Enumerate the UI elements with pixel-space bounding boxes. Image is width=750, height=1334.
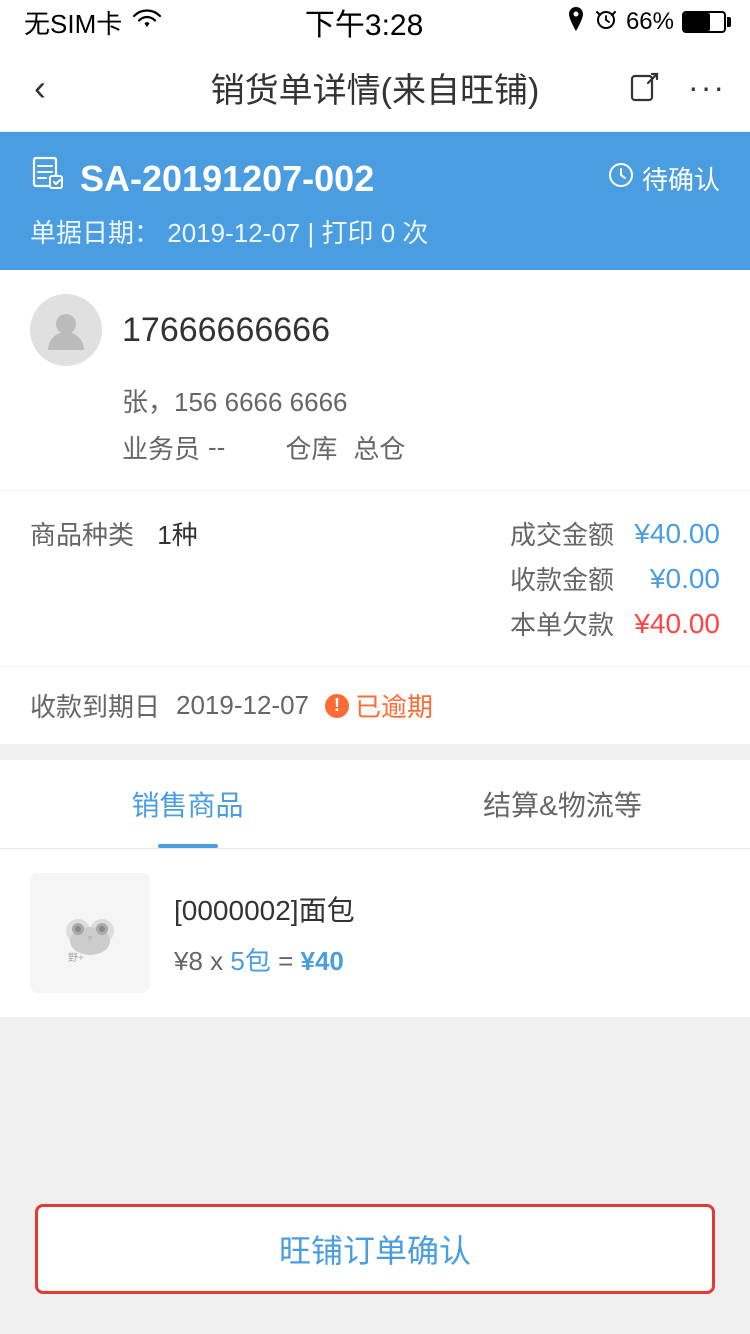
carrier-text: 无SIM卡 <box>24 4 122 41</box>
order-id-text: SA-20191207-002 <box>80 158 374 200</box>
tabs: 销售商品 结算&物流等 <box>0 760 750 849</box>
order-id: SA-20191207-002 <box>30 156 374 201</box>
owed-amount-value: ¥40.00 <box>630 608 720 640</box>
confirm-order-button[interactable]: 旺铺订单确认 <box>35 1204 715 1294</box>
battery-text: 66% <box>626 8 674 36</box>
order-date-separator: | <box>307 218 321 248</box>
tab-underline <box>158 844 218 848</box>
tabs-section: 销售商品 结算&物流等 野+ [0000002]面包 <box>0 760 750 1017</box>
status-time: 下午3:28 <box>305 0 423 44</box>
wifi-icon <box>132 7 162 38</box>
tab-products[interactable]: 销售商品 <box>0 760 375 848</box>
product-type-row: 商品种类 1种 <box>30 515 198 552</box>
order-print-count-value: 0 <box>381 218 395 248</box>
battery-icon <box>682 11 726 33</box>
bread-thumb: 野+ <box>30 873 150 993</box>
nav-actions: ··· <box>628 66 726 110</box>
status-left: 无SIM卡 <box>24 4 162 41</box>
warehouse-label: 仓库 <box>285 429 337 466</box>
product-name: [0000002]面包 <box>174 889 720 929</box>
battery-fill <box>684 13 710 31</box>
received-amount-row: 收款金额 ¥0.00 <box>510 560 720 597</box>
product-info: [0000002]面包 ¥8 x 5包 = ¥40 <box>174 889 720 978</box>
owed-amount-row: 本单欠款 ¥40.00 <box>510 605 720 642</box>
product-equals: = <box>278 946 300 976</box>
order-print-unit-text: 次 <box>402 218 428 248</box>
product-item: 野+ [0000002]面包 ¥8 x 5包 = ¥40 <box>0 849 750 1017</box>
status-bar: 无SIM卡 下午3:28 66% <box>0 0 750 44</box>
status-right: 66% <box>566 7 726 38</box>
warehouse-item: 仓库 总仓 <box>285 429 405 466</box>
order-print-label: 打印 <box>321 218 373 248</box>
warehouse-value: 总仓 <box>353 429 405 466</box>
received-amount-label: 收款金额 <box>510 560 614 597</box>
product-total: ¥40 <box>301 946 344 976</box>
deal-amount-value: ¥40.00 <box>630 518 720 550</box>
order-date-label: 单据日期： <box>30 218 160 248</box>
order-date-value: 2019-12-07 <box>167 218 300 248</box>
customer-phone: 17666666666 <box>122 311 330 350</box>
order-id-row: SA-20191207-002 待确认 <box>30 156 720 201</box>
salesperson-item: 业务员 -- <box>122 429 225 466</box>
customer-name: 张，156 6666 6666 <box>122 382 720 419</box>
overdue-text: 已逾期 <box>355 687 433 724</box>
page-title: 销货单详情(来自旺铺) <box>211 63 540 112</box>
deal-amount-label: 成交金额 <box>510 515 614 552</box>
more-icon[interactable]: ··· <box>688 69 726 106</box>
deal-amount-row: 成交金额 ¥40.00 <box>510 515 720 552</box>
summary-section: 商品种类 1种 成交金额 ¥40.00 收款金额 ¥0.00 本单欠款 ¥40.… <box>0 491 750 666</box>
due-section: 收款到期日 2019-12-07 ! 已逾期 <box>0 666 750 744</box>
confirm-btn-container: 旺铺订单确认 <box>0 1204 750 1294</box>
avatar <box>30 294 102 366</box>
svg-text:野+: 野+ <box>68 952 84 963</box>
due-date-value: 2019-12-07 <box>176 690 309 721</box>
tab-settlement-label: 结算&物流等 <box>483 784 642 824</box>
product-type-label: 商品种类 <box>30 520 134 550</box>
clock-icon <box>608 162 634 195</box>
order-date-row: 单据日期： 2019-12-07 | 打印 0 次 <box>30 213 720 250</box>
due-date-label: 收款到期日 <box>30 687 160 724</box>
product-unit-price: ¥8 x <box>174 946 230 976</box>
customer-meta: 业务员 -- 仓库 总仓 <box>122 429 720 466</box>
order-header: SA-20191207-002 待确认 单据日期： 2019-12-07 | 打… <box>0 132 750 270</box>
document-icon <box>30 156 66 201</box>
warning-icon: ! <box>325 694 349 718</box>
tab-products-label: 销售商品 <box>131 784 243 824</box>
nav-bar: ‹ 销货单详情(来自旺铺) ··· <box>0 44 750 132</box>
order-status-text: 待确认 <box>642 160 720 197</box>
share-icon[interactable] <box>628 66 664 110</box>
customer-row: 17666666666 <box>30 294 720 366</box>
product-qty: 5包 <box>230 946 270 976</box>
summary-left: 商品种类 1种 <box>30 515 198 552</box>
product-type-value: 1种 <box>157 520 197 550</box>
tab-settlement[interactable]: 结算&物流等 <box>375 760 750 848</box>
overdue-badge: ! 已逾期 <box>325 687 433 724</box>
customer-section: 17666666666 张，156 6666 6666 业务员 -- 仓库 总仓 <box>0 270 750 490</box>
back-button[interactable]: ‹ <box>24 57 56 119</box>
summary-right: 成交金额 ¥40.00 收款金额 ¥0.00 本单欠款 ¥40.00 <box>510 515 720 642</box>
location-icon <box>566 7 586 38</box>
product-price: ¥8 x 5包 = ¥40 <box>174 941 720 978</box>
received-amount-value: ¥0.00 <box>630 563 720 595</box>
alarm-icon <box>594 7 618 38</box>
owed-amount-label: 本单欠款 <box>510 605 614 642</box>
salesperson-value: -- <box>208 432 225 463</box>
salesperson-label: 业务员 <box>122 429 200 466</box>
order-status: 待确认 <box>608 160 720 197</box>
